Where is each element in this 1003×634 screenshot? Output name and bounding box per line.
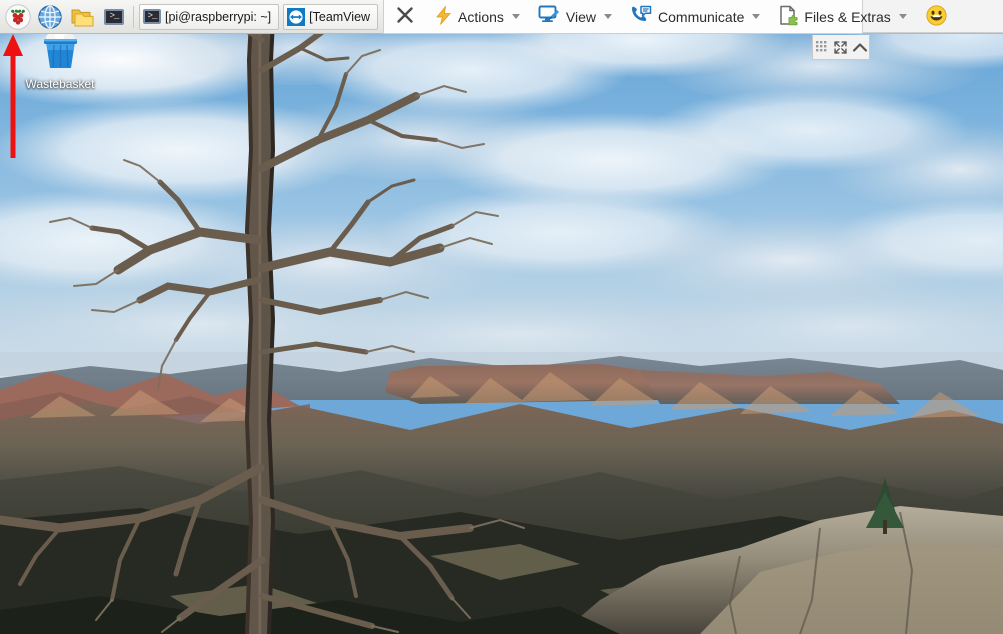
chevron-down-icon (752, 14, 761, 19)
chevron-down-icon (604, 14, 613, 19)
window-button-terminal[interactable]: >_ [pi@raspberrypi: ~] (139, 3, 280, 30)
lightning-bolt-icon (435, 4, 452, 28)
raspberry-pi-menu[interactable] (3, 2, 33, 32)
window-button-teamviewer[interactable]: [TeamView (283, 3, 379, 30)
grid-dots-icon[interactable] (814, 39, 831, 56)
screen: Wastebasket >_ >_ [pi@raspberrypi: ~] [T… (0, 0, 1003, 634)
teamviewer-toolbar: Actions View Communicate Files & Extras (383, 0, 947, 34)
wastebasket-label: Wastebasket (25, 77, 95, 91)
desktop-icon-wastebasket[interactable]: Wastebasket (22, 30, 98, 91)
desktop-wallpaper (0, 0, 1003, 634)
terminal-icon: >_ (143, 9, 161, 24)
smiley-icon (926, 4, 947, 29)
chevron-down-icon (898, 14, 907, 19)
taskbar-divider (133, 5, 134, 28)
wastebasket-icon (39, 30, 81, 75)
view-menu-label: View (565, 8, 597, 25)
teamviewer-mini-toolbar (812, 35, 870, 60)
files-extras-menu-label: Files & Extras (804, 8, 891, 25)
file-puzzle-icon (778, 5, 798, 29)
smiley-button[interactable] (916, 0, 957, 34)
window-button-terminal-label: [pi@raspberrypi: ~] (165, 9, 272, 24)
folders-icon (71, 9, 94, 26)
web-browser-launcher[interactable] (35, 2, 65, 32)
view-menu[interactable]: View (529, 0, 621, 34)
chevron-down-icon (511, 14, 520, 19)
files-extras-menu[interactable]: Files & Extras (769, 0, 915, 34)
monitor-brush-icon (538, 5, 560, 28)
communicate-menu-label: Communicate (658, 8, 745, 25)
communicate-menu[interactable]: Communicate (621, 0, 769, 34)
actions-menu-label: Actions (458, 8, 504, 25)
raspberry-icon (5, 3, 31, 30)
phone-chat-icon (630, 5, 652, 28)
close-icon (395, 5, 415, 28)
terminal-icon: >_ (104, 8, 124, 25)
chevron-up-icon[interactable] (851, 39, 868, 56)
terminal-launcher[interactable]: >_ (99, 2, 129, 32)
fullscreen-icon[interactable] (832, 39, 849, 56)
globe-icon (38, 4, 62, 29)
teamviewer-icon (287, 7, 306, 26)
file-manager-launcher[interactable] (67, 2, 97, 32)
actions-menu[interactable]: Actions (426, 0, 529, 34)
close-session-button[interactable] (384, 0, 426, 34)
window-button-teamviewer-label: [TeamView (309, 9, 371, 24)
